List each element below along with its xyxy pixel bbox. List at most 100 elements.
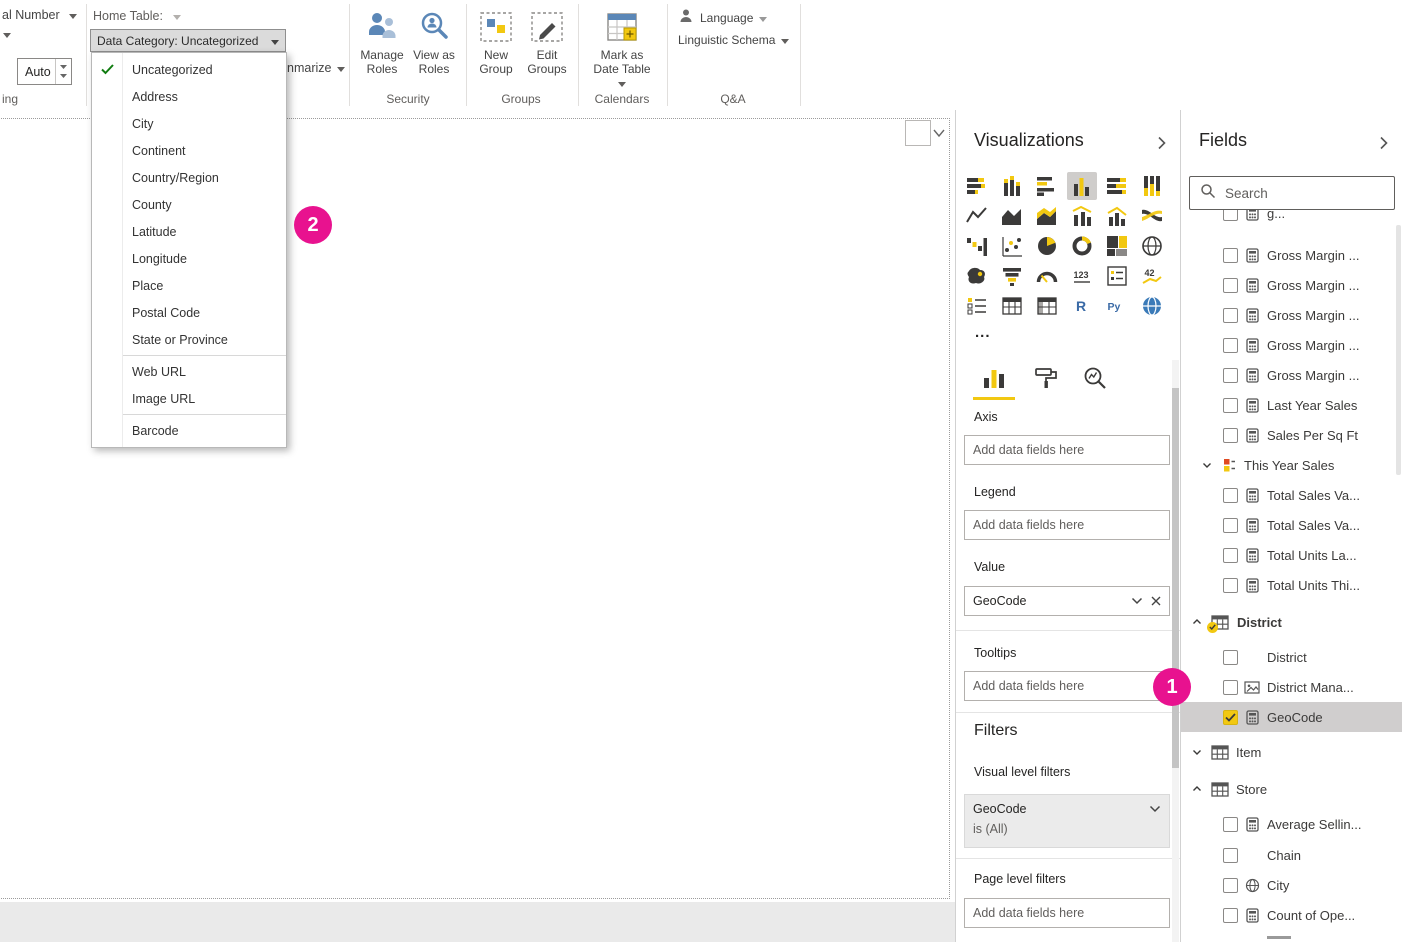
chevron-up-icon[interactable]: [1191, 616, 1205, 628]
field-checkbox[interactable]: [1223, 308, 1238, 323]
field-name[interactable]: Total Sales Va...: [1267, 518, 1360, 533]
stacked-column-chart-icon[interactable]: [997, 172, 1027, 200]
kpi-icon[interactable]: 42: [1137, 262, 1167, 290]
field-row-sales-per-sq-ft[interactable]: Sales Per Sq Ft: [1181, 420, 1402, 450]
field-name[interactable]: Gross Margin ...: [1267, 308, 1359, 323]
table-name[interactable]: Item: [1236, 745, 1261, 760]
field-checkbox[interactable]: [1223, 650, 1238, 665]
home-table-dropdown[interactable]: Home Table:: [93, 9, 181, 23]
field-checkbox[interactable]: [1223, 338, 1238, 353]
menu-item-latitude[interactable]: Latitude: [92, 218, 286, 245]
pie-chart-icon[interactable]: [1032, 232, 1062, 260]
multi-row-card-icon[interactable]: [1102, 262, 1132, 290]
geocode-filter-card[interactable]: GeoCode is (All): [964, 794, 1170, 848]
stacked-area-chart-icon[interactable]: [1032, 202, 1062, 230]
field-row-district[interactable]: District: [1181, 642, 1402, 672]
area-chart-icon[interactable]: [997, 202, 1027, 230]
scrollbar-thumb[interactable]: [1172, 388, 1179, 768]
field-row-gross-margin[interactable]: Gross Margin ...: [1181, 360, 1402, 390]
field-checkbox[interactable]: [1223, 908, 1238, 923]
field-name[interactable]: District Mana...: [1267, 680, 1354, 695]
field-name[interactable]: Gross Margin ...: [1267, 338, 1359, 353]
field-name[interactable]: City: [1267, 878, 1289, 893]
decimal-places-stepper[interactable]: Auto: [17, 58, 72, 85]
field-row-store[interactable]: Store: [1181, 770, 1402, 808]
field-row-city[interactable]: City: [1181, 870, 1402, 900]
ribbon-chart-icon[interactable]: [1137, 202, 1167, 230]
field-row-total-units-la[interactable]: Total Units La...: [1181, 540, 1402, 570]
collapse-pane-icon[interactable]: [1157, 136, 1166, 150]
donut-chart-icon[interactable]: [1067, 232, 1097, 260]
field-row-gross-margin[interactable]: Gross Margin ...: [1181, 300, 1402, 330]
field-checkbox[interactable]: [1223, 248, 1238, 263]
stepper-arrows[interactable]: [55, 59, 71, 84]
menu-item-image-url[interactable]: Image URL: [92, 385, 286, 412]
field-row-item[interactable]: Item: [1181, 734, 1402, 770]
tooltips-well[interactable]: Add data fields here: [964, 671, 1170, 701]
clustered-bar-chart-icon[interactable]: [1032, 172, 1062, 200]
field-checkbox[interactable]: [1223, 398, 1238, 413]
field-row-geocode[interactable]: GeoCode: [1181, 702, 1402, 732]
field-row-gross-margin[interactable]: Gross Margin ...: [1181, 270, 1402, 300]
filled-map-icon[interactable]: [962, 262, 992, 290]
gauge-icon[interactable]: [1032, 262, 1062, 290]
visual-header-box[interactable]: [905, 120, 931, 146]
line-and-clustered-column-chart-icon[interactable]: [1102, 202, 1132, 230]
field-checkbox[interactable]: [1223, 848, 1238, 863]
menu-item-address[interactable]: Address: [92, 83, 286, 110]
more-visuals-ellipsis[interactable]: ...: [975, 324, 991, 341]
field-checkbox[interactable]: [1223, 368, 1238, 383]
field-name[interactable]: Gross Margin ...: [1267, 368, 1359, 383]
remove-field-icon[interactable]: [1151, 596, 1161, 606]
field-name[interactable]: Last Year Sales: [1267, 398, 1357, 413]
chevron-up-icon[interactable]: [1191, 783, 1205, 795]
field-checkbox[interactable]: [1223, 680, 1238, 695]
field-row-average-sellin[interactable]: Average Sellin...: [1181, 808, 1402, 840]
edit-groups-button[interactable]: Edit Groups: [522, 8, 572, 76]
field-checkbox[interactable]: [1223, 278, 1238, 293]
menu-item-country-region[interactable]: Country/Region: [92, 164, 286, 191]
menu-item-county[interactable]: County: [92, 191, 286, 218]
100-stacked-column-chart-icon[interactable]: [1137, 172, 1167, 200]
analytics-tab[interactable]: [1078, 362, 1112, 394]
default-summarize-dropdown[interactable]: nmarize: [287, 61, 345, 75]
field-name[interactable]: Gross Margin ...: [1267, 278, 1359, 293]
view-as-roles-button[interactable]: View as Roles: [410, 8, 458, 76]
clustered-column-chart-icon[interactable]: [1067, 172, 1097, 200]
field-checkbox[interactable]: [1223, 817, 1238, 832]
field-row-total-sales-va[interactable]: Total Sales Va...: [1181, 480, 1402, 510]
page-level-filters-well[interactable]: Add data fields here: [964, 898, 1170, 928]
field-checkbox[interactable]: [1223, 548, 1238, 563]
manage-roles-button[interactable]: Manage Roles: [356, 8, 408, 76]
field-name[interactable]: GeoCode: [1267, 710, 1323, 725]
scatter-chart-icon[interactable]: [997, 232, 1027, 260]
field-name[interactable]: Total Sales Va...: [1267, 488, 1360, 503]
r-script-visual-icon[interactable]: R: [1067, 292, 1097, 320]
funnel-icon[interactable]: [997, 262, 1027, 290]
field-checkbox[interactable]: [1223, 878, 1238, 893]
collapse-pane-icon[interactable]: [1379, 136, 1388, 150]
field-name[interactable]: Count of Ope...: [1267, 908, 1355, 923]
field-name[interactable]: District: [1267, 650, 1307, 665]
chevron-down-icon[interactable]: [1149, 802, 1161, 816]
treemap-icon[interactable]: [1102, 232, 1132, 260]
menu-item-uncategorized[interactable]: Uncategorized: [92, 56, 286, 83]
scrollbar-thumb[interactable]: [1396, 225, 1401, 475]
menu-item-web-url[interactable]: Web URL: [92, 358, 286, 385]
field-row-chain[interactable]: Chain: [1181, 840, 1402, 870]
menu-item-longitude[interactable]: Longitude: [92, 245, 286, 272]
value-well-geocode-pill[interactable]: GeoCode: [964, 586, 1170, 616]
menu-item-postal-code[interactable]: Postal Code: [92, 299, 286, 326]
waterfall-chart-icon[interactable]: [962, 232, 992, 260]
mark-as-date-table-button[interactable]: Mark as Date Table: [590, 8, 654, 90]
language-dropdown[interactable]: Language: [678, 8, 767, 27]
field-name[interactable]: Average Sellin...: [1267, 817, 1361, 832]
field-name[interactable]: Chain: [1267, 848, 1301, 863]
field-name[interactable]: Total Units La...: [1267, 548, 1357, 563]
field-row-last-year-sales[interactable]: Last Year Sales: [1181, 390, 1402, 420]
matrix-icon[interactable]: [1032, 292, 1062, 320]
axis-well[interactable]: Add data fields here: [964, 435, 1170, 465]
field-name[interactable]: Sales Per Sq Ft: [1267, 428, 1358, 443]
field-checkbox[interactable]: [1223, 578, 1238, 593]
new-group-button[interactable]: New Group: [471, 8, 521, 76]
